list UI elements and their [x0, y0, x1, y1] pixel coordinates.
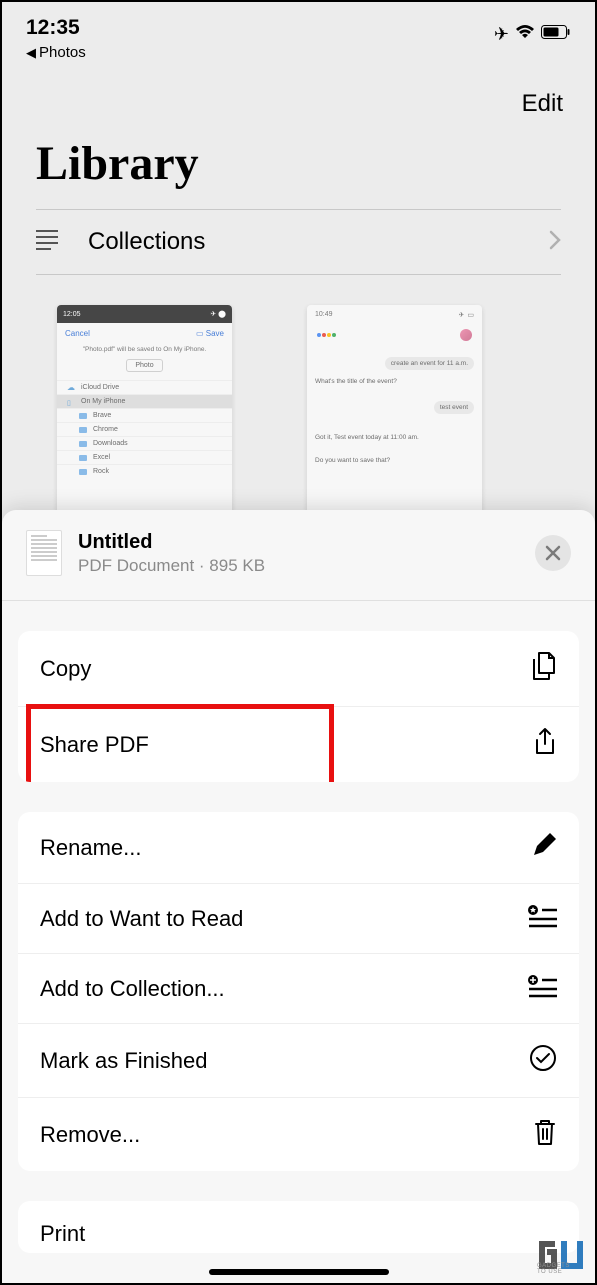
wifi-icon — [515, 24, 535, 45]
print-item[interactable]: Print — [18, 1201, 579, 1253]
edit-button[interactable]: Edit — [522, 90, 563, 118]
watermark: GADGETS TO USE — [537, 1233, 589, 1277]
sheet-subtitle: PDF Document · 895 KB — [78, 556, 265, 576]
menu-group: Print — [18, 1201, 579, 1253]
remove-item[interactable]: Remove... — [18, 1098, 579, 1171]
battery-icon — [541, 25, 571, 44]
back-caret-icon: ◀ — [26, 45, 36, 61]
list-icon — [36, 230, 58, 254]
star-list-icon — [527, 904, 557, 933]
action-sheet: Untitled PDF Document · 895 KB Copy Shar… — [2, 510, 595, 1283]
status-bar: 12:35 ◀ Photos ✈ — [2, 2, 595, 61]
menu-group: Copy Share PDF — [18, 631, 579, 782]
plus-list-icon — [527, 974, 557, 1003]
back-to-photos[interactable]: ◀ Photos — [26, 44, 86, 61]
share-icon — [533, 727, 557, 762]
add-want-to-read-item[interactable]: Add to Want to Read — [18, 884, 579, 954]
sheet-title: Untitled — [78, 531, 265, 554]
close-button[interactable] — [535, 535, 571, 571]
chevron-right-icon — [549, 230, 561, 255]
copy-item[interactable]: Copy — [18, 631, 579, 707]
add-to-collection-item[interactable]: Add to Collection... — [18, 954, 579, 1024]
close-icon — [545, 545, 561, 561]
checkmark-circle-icon — [529, 1044, 557, 1077]
share-pdf-item[interactable]: Share PDF — [18, 707, 579, 782]
page-title: Library — [2, 106, 595, 201]
mark-finished-item[interactable]: Mark as Finished — [18, 1024, 579, 1098]
collections-label: Collections — [88, 228, 549, 256]
trash-icon — [533, 1118, 557, 1151]
status-time: 12:35 — [26, 16, 86, 40]
sheet-header: Untitled PDF Document · 895 KB — [2, 510, 595, 600]
airplane-mode-icon: ✈ — [494, 24, 509, 45]
copy-icon — [531, 651, 557, 686]
collections-row[interactable]: Collections — [2, 210, 595, 274]
pdf-thumbnail-icon — [26, 530, 62, 576]
rename-item[interactable]: Rename... — [18, 812, 579, 884]
home-indicator[interactable] — [209, 1269, 389, 1275]
pencil-icon — [531, 832, 557, 863]
menu-group: Rename... Add to Want to Read Add to Col… — [18, 812, 579, 1171]
